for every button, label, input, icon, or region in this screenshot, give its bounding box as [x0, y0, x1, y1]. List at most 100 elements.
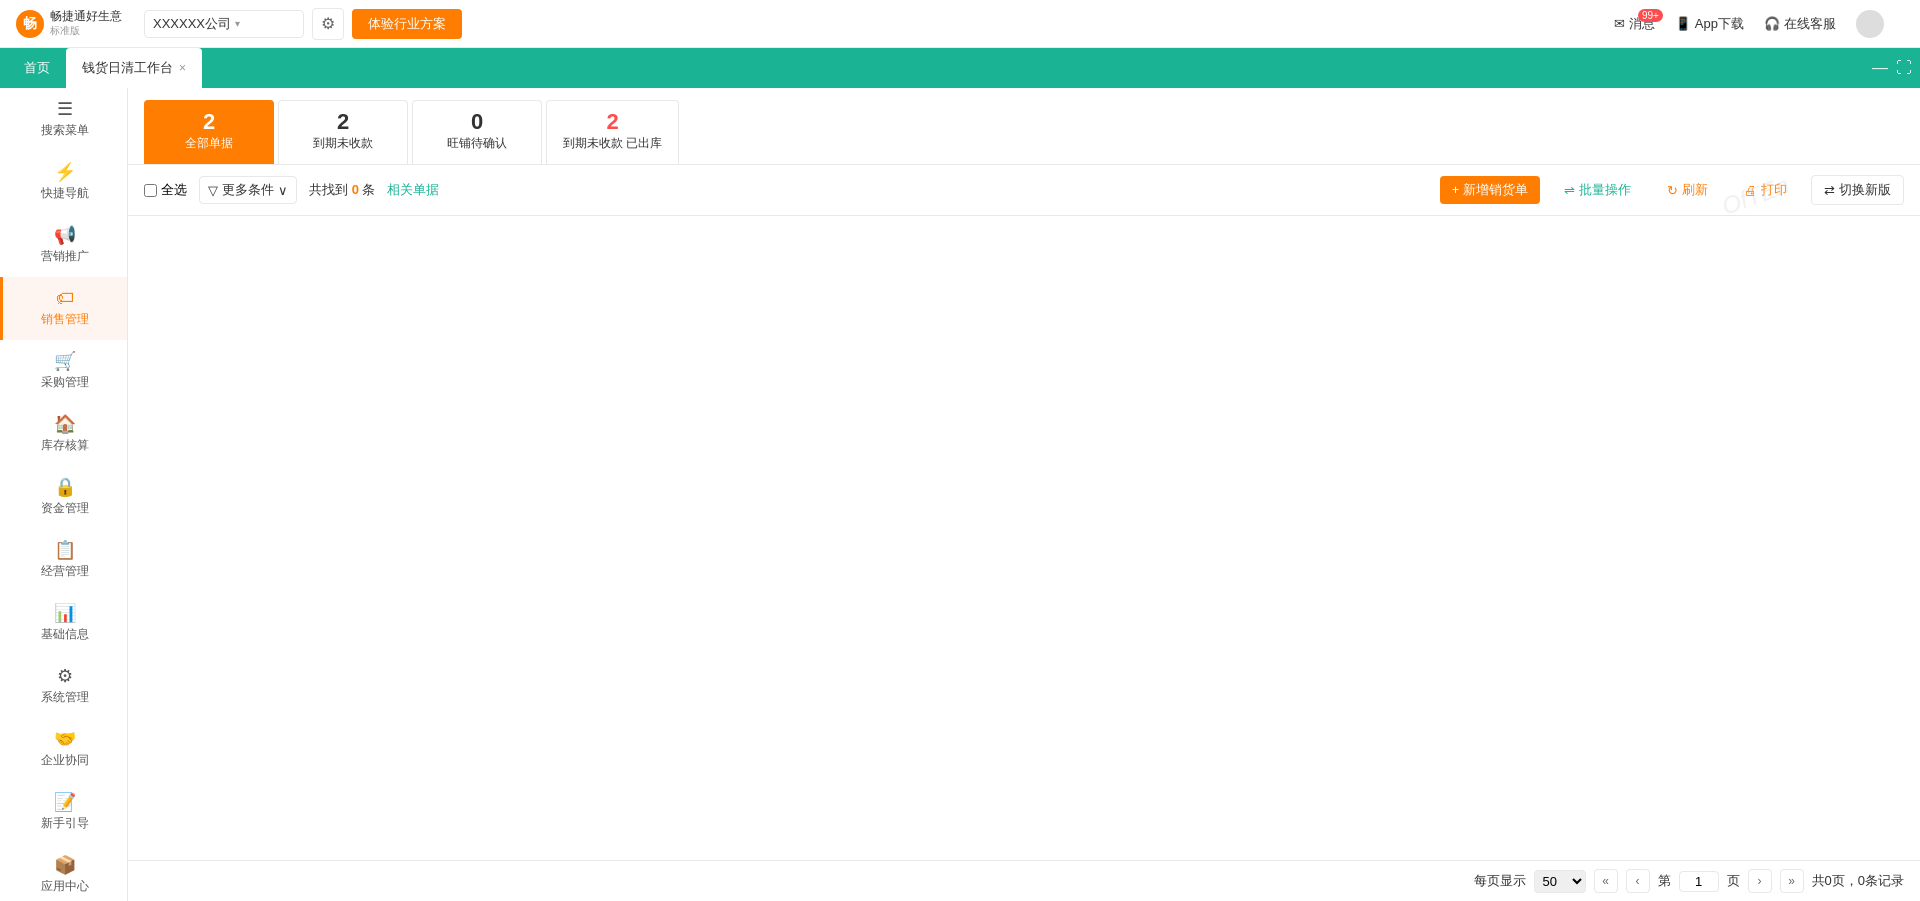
- refresh-button[interactable]: ↻ 刷新: [1655, 176, 1720, 204]
- toolbar: 全选 ▽ 更多条件 ∨ 共找到 0 条 相关单据 + 新增销货单 ⇌ 批: [128, 165, 1920, 216]
- sidebar-item-inventory[interactable]: 🏠 库存核算: [0, 403, 127, 466]
- refresh-label: 刷新: [1682, 181, 1708, 199]
- found-unit: 条: [362, 182, 375, 197]
- last-page-button[interactable]: »: [1780, 869, 1804, 893]
- print-button[interactable]: 🖨 打印: [1732, 176, 1799, 204]
- app-download-icon: 📱: [1675, 16, 1691, 31]
- stats-tabs: 2 全部单据 2 到期未收款 0 旺铺待确认 2 到期未收款 已出库: [128, 88, 1920, 165]
- stats-count-overdue: 2: [295, 109, 391, 135]
- purchase-icon: 🛒: [54, 352, 76, 370]
- app-center-icon: 📦: [54, 856, 76, 874]
- stats-count-overdue-shipped: 2: [563, 109, 662, 135]
- stats-tab-all[interactable]: 2 全部单据: [144, 100, 274, 164]
- avatar[interactable]: [1856, 10, 1884, 38]
- related-link[interactable]: 相关单据: [387, 181, 439, 199]
- sidebar-label-quick-nav: 快捷导航: [41, 185, 89, 202]
- per-page-select[interactable]: 50 100 200: [1534, 870, 1586, 893]
- top-header: 畅 畅捷通好生意 标准版 XXXXXX公司 ▾ ⚙ 体验行业方案 ✉ 消息 99…: [0, 0, 1920, 48]
- sidebar-item-search-menu[interactable]: ☰ 搜索菜单: [0, 88, 127, 151]
- sidebar-label-marketing: 营销推广: [41, 248, 89, 265]
- online-service-button[interactable]: 🎧 在线客服: [1764, 15, 1836, 33]
- next-page-button[interactable]: ›: [1748, 869, 1772, 893]
- stats-count-all: 2: [161, 109, 257, 135]
- sidebar-item-purchase[interactable]: 🛒 采购管理: [0, 340, 127, 403]
- marketing-icon: 📢: [54, 226, 76, 244]
- filter-button[interactable]: ▽ 更多条件 ∨: [199, 176, 297, 204]
- sidebar-label-search-menu: 搜索菜单: [41, 122, 89, 139]
- sidebar-item-enterprise[interactable]: 🤝 企业协同: [0, 718, 127, 781]
- filter-chevron-icon: ∨: [278, 183, 288, 198]
- settings-button[interactable]: ⚙: [312, 8, 344, 40]
- stats-label-overdue-shipped: 到期未收款 已出库: [563, 136, 662, 150]
- table-area: [128, 216, 1920, 860]
- stats-tab-overdue-shipped[interactable]: 2 到期未收款 已出库: [546, 100, 679, 164]
- sidebar-item-quick-nav[interactable]: ⚡ 快捷导航: [0, 151, 127, 214]
- stats-label-all: 全部单据: [185, 136, 233, 150]
- tab-minimize-icon[interactable]: —: [1872, 59, 1888, 77]
- sidebar-label-system: 系统管理: [41, 689, 89, 706]
- tab-home[interactable]: 首页: [8, 48, 66, 88]
- guide-icon: 📝: [54, 793, 76, 811]
- batch-label: 批量操作: [1579, 181, 1631, 199]
- message-icon: ✉: [1614, 16, 1625, 31]
- app-download-button[interactable]: 📱 App下载: [1675, 15, 1744, 33]
- refresh-icon: ↻: [1667, 183, 1678, 198]
- finance-icon: 🔒: [54, 478, 76, 496]
- tab-bar-actions: — ⛶: [1872, 59, 1912, 77]
- new-order-button[interactable]: + 新增销货单: [1440, 176, 1540, 204]
- header-left: 畅 畅捷通好生意 标准版 XXXXXX公司 ▾ ⚙ 体验行业方案: [16, 8, 462, 40]
- sidebar-item-marketing[interactable]: 📢 营销推广: [0, 214, 127, 277]
- stats-tab-overdue[interactable]: 2 到期未收款: [278, 100, 408, 164]
- switch-version-button[interactable]: ⇄ 切换新版: [1811, 175, 1904, 205]
- found-prefix: 共找到: [309, 182, 348, 197]
- gear-icon: ⚙: [321, 14, 335, 33]
- sales-icon: 🏷: [56, 289, 74, 307]
- sidebar-label-finance: 资金管理: [41, 500, 89, 517]
- stats-label-overdue: 到期未收款: [313, 136, 373, 150]
- batch-icon: ⇌: [1564, 183, 1575, 198]
- online-service-label: 在线客服: [1784, 15, 1836, 33]
- content-area: 2 全部单据 2 到期未收款 0 旺铺待确认 2 到期未收款 已出库 全选: [128, 88, 1920, 901]
- message-button[interactable]: ✉ 消息 99+: [1614, 15, 1655, 33]
- company-selector[interactable]: XXXXXX公司 ▾: [144, 10, 304, 38]
- stats-tab-pending[interactable]: 0 旺铺待确认: [412, 100, 542, 164]
- per-page-label: 每页显示: [1474, 872, 1526, 890]
- sidebar-item-system[interactable]: ⚙ 系统管理: [0, 655, 127, 718]
- sidebar-label-enterprise: 企业协同: [41, 752, 89, 769]
- page-number-input[interactable]: 1: [1679, 871, 1719, 892]
- sidebar-label-operation: 经营管理: [41, 563, 89, 580]
- sidebar-label-inventory: 库存核算: [41, 437, 89, 454]
- toolbar-right: + 新增销货单 ⇌ 批量操作 ↻ 刷新 🖨 打印 ⇄ 切换新版: [1440, 175, 1904, 205]
- tab-work[interactable]: 钱货日清工作台 ×: [66, 48, 202, 88]
- select-all-checkbox[interactable]: 全选: [144, 181, 187, 199]
- toolbar-left: 全选 ▽ 更多条件 ∨ 共找到 0 条 相关单据: [144, 176, 439, 204]
- trial-button[interactable]: 体验行业方案: [352, 9, 462, 39]
- sidebar-label-basic-info: 基础信息: [41, 626, 89, 643]
- prev-page-button[interactable]: ‹: [1626, 869, 1650, 893]
- found-count: 0: [352, 182, 359, 197]
- filter-icon: ▽: [208, 183, 218, 198]
- basic-info-icon: 📊: [54, 604, 76, 622]
- sidebar-item-sales[interactable]: 🏷 销售管理: [0, 277, 127, 340]
- tab-close-icon[interactable]: ×: [179, 61, 186, 75]
- sidebar-item-guide[interactable]: 📝 新手引导: [0, 781, 127, 844]
- tab-maximize-icon[interactable]: ⛶: [1896, 59, 1912, 77]
- stats-count-pending: 0: [429, 109, 525, 135]
- first-page-button[interactable]: «: [1594, 869, 1618, 893]
- logo-area: 畅 畅捷通好生意 标准版: [16, 9, 136, 39]
- message-badge: 99+: [1638, 9, 1663, 22]
- sidebar-item-operation[interactable]: 📋 经营管理: [0, 529, 127, 592]
- company-chevron-icon: ▾: [235, 18, 240, 29]
- sidebar-item-finance[interactable]: 🔒 资金管理: [0, 466, 127, 529]
- tab-bar: 首页 钱货日清工作台 × — ⛶: [0, 48, 1920, 88]
- switch-icon: ⇄: [1824, 183, 1835, 198]
- batch-button[interactable]: ⇌ 批量操作: [1552, 176, 1643, 204]
- logo-text-area: 畅捷通好生意 标准版: [50, 9, 122, 39]
- header-right: ✉ 消息 99+ 📱 App下载 🎧 在线客服: [1614, 10, 1904, 38]
- page-label: 第: [1658, 872, 1671, 890]
- sidebar-item-basic-info[interactable]: 📊 基础信息: [0, 592, 127, 655]
- select-all-input[interactable]: [144, 184, 157, 197]
- system-icon: ⚙: [57, 667, 73, 685]
- search-menu-icon: ☰: [57, 100, 73, 118]
- sidebar-item-app-center[interactable]: 📦 应用中心: [0, 844, 127, 901]
